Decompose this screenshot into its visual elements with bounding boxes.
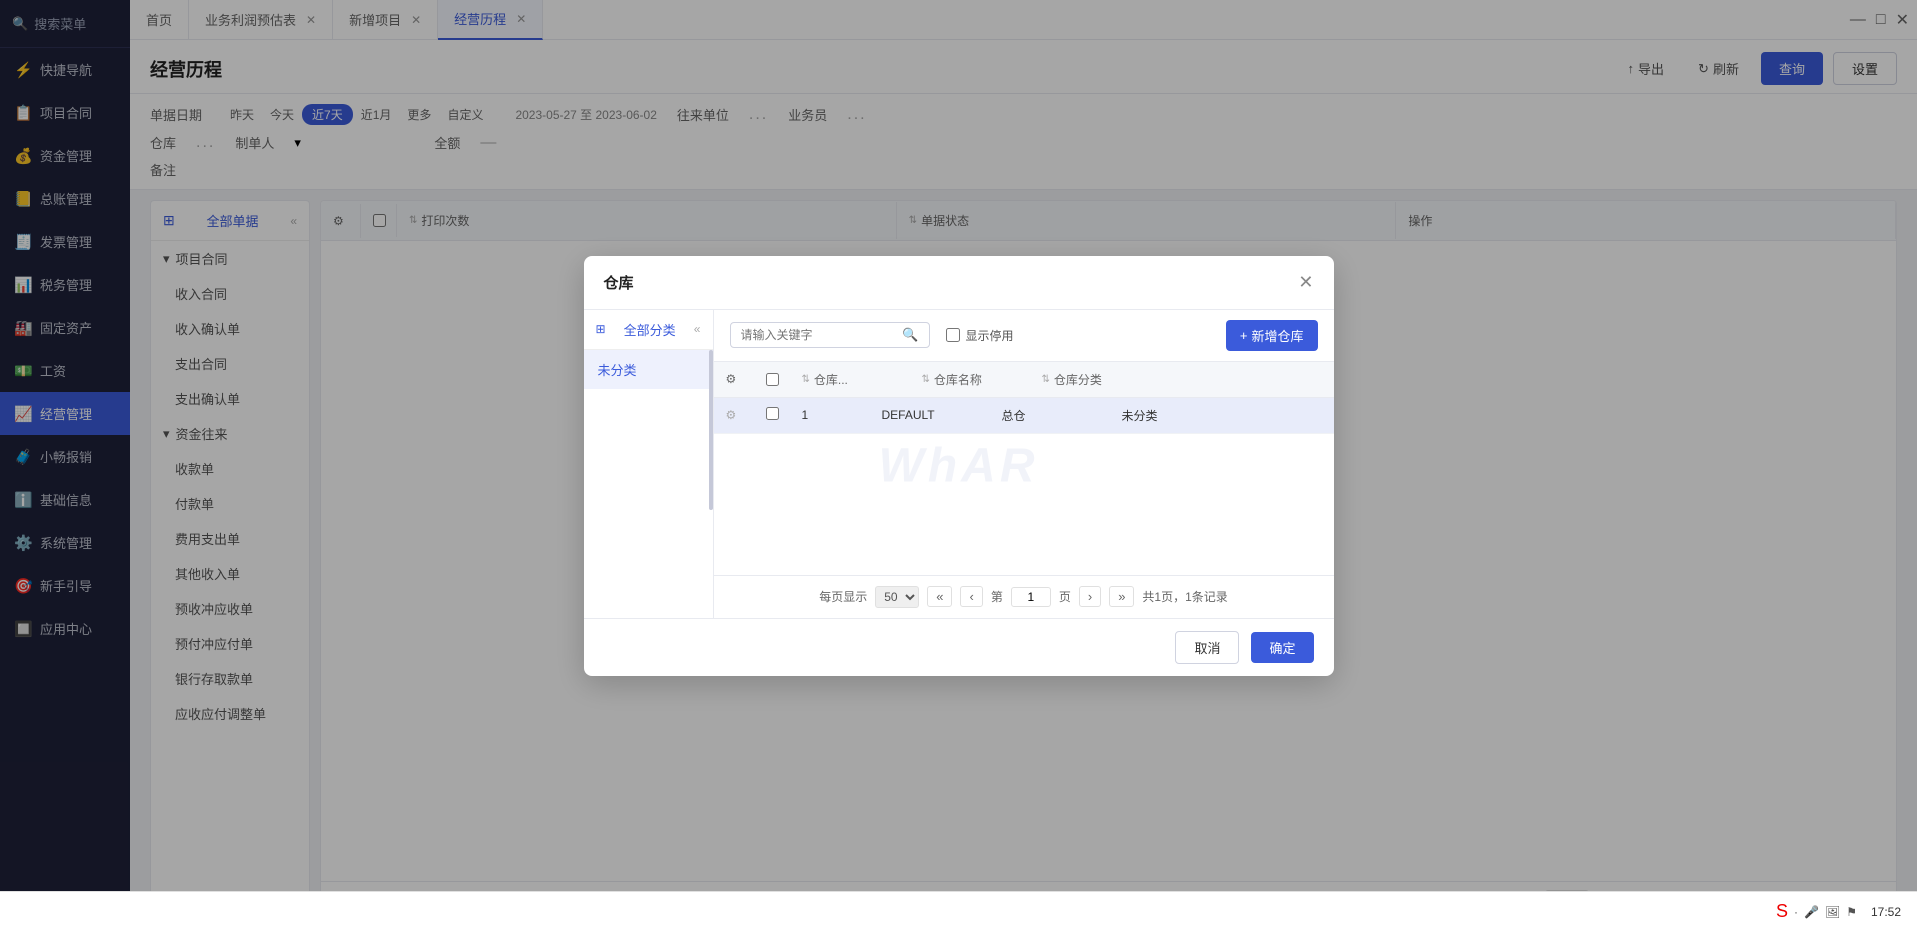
td-id: 1	[790, 399, 870, 431]
dialog-table-header: ⚙ ⇅ 仓库... ⇅ 仓库名称	[714, 362, 1334, 398]
dialog-next-page[interactable]: ›	[1079, 586, 1101, 607]
dialog-category-uncategorized[interactable]: 未分类	[584, 350, 713, 389]
settings-col-icon[interactable]: ⚙	[726, 372, 737, 386]
dialog-title: 仓库	[604, 272, 634, 293]
dialog-select-all[interactable]	[766, 373, 779, 386]
sort-asc-icon3: ⇅	[1042, 374, 1050, 385]
dth-category: ⇅ 仓库分类	[1030, 362, 1334, 397]
taskbar-icon-dot: ·	[1794, 905, 1798, 919]
sort-asc-icon: ⇅	[802, 374, 810, 385]
dialog-prev-page[interactable]: ‹	[960, 586, 982, 607]
dialog-left-scroll: 未分类	[584, 350, 713, 618]
dialog-collapse-icon[interactable]: «	[694, 322, 701, 336]
dth-name: ⇅ 仓库名称	[910, 362, 1030, 397]
dialog-page-label: 第	[991, 588, 1003, 605]
dialog-close-button[interactable]: ✕	[1298, 272, 1313, 293]
dialog-page-input[interactable]	[1011, 587, 1051, 607]
plus-icon: +	[1240, 328, 1248, 343]
dialog-left-panel: ⊞ 全部分类 « 未分类	[584, 310, 714, 618]
dialog-table: ⚙ ⇅ 仓库... ⇅ 仓库名称	[714, 362, 1334, 575]
dialog-right: 🔍 显示停用 + 新增仓库	[714, 310, 1334, 618]
dialog-header: 仓库 ✕	[584, 256, 1334, 310]
row-checkbox[interactable]	[766, 407, 779, 420]
search-icon: 🔍	[902, 327, 918, 343]
dialog-search-wrap: 🔍	[730, 322, 930, 348]
row-id: 1	[802, 408, 809, 422]
dialog-right-toolbar: 🔍 显示停用 + 新增仓库	[714, 310, 1334, 362]
show-disabled-label: 显示停用	[966, 327, 1014, 344]
dialog-left-header: ⊞ 全部分类 «	[584, 310, 713, 350]
confirm-button[interactable]: 确定	[1251, 632, 1313, 663]
uncategorized-label: 未分类	[598, 363, 637, 378]
td-category: 未分类	[1110, 398, 1334, 433]
dth-code: ⇅ 仓库...	[790, 362, 910, 397]
dialog-first-page[interactable]: «	[927, 586, 952, 607]
add-warehouse-label: 新增仓库	[1251, 326, 1303, 345]
dialog-pagination: 每页显示 50 « ‹ 第 页 › » 共1页，1条记录	[714, 575, 1334, 618]
dialog-overlay: WhAR 仓库 ✕ ⊞ 全部分类 « 未分类	[0, 0, 1917, 931]
warehouse-code-label: 仓库...	[814, 371, 848, 388]
row-settings-icon: ⚙	[726, 408, 737, 422]
dialog-total-label: 共1页，1条记录	[1142, 588, 1227, 605]
td-code: DEFAULT	[870, 399, 990, 431]
td-name: 总仓	[990, 398, 1110, 433]
dialog-body: ⊞ 全部分类 « 未分类	[584, 310, 1334, 618]
td-settings: ⚙	[714, 399, 754, 431]
dialog-last-page[interactable]: »	[1109, 586, 1134, 607]
dialog-footer: 取消 确定	[584, 618, 1334, 676]
row-category: 未分类	[1122, 409, 1158, 423]
dth-settings: ⚙	[714, 362, 754, 397]
sort-asc-icon2: ⇅	[922, 374, 930, 385]
show-disabled-checkbox[interactable]	[946, 328, 960, 342]
warehouse-name-label: 仓库名称	[934, 371, 982, 388]
cancel-button[interactable]: 取消	[1175, 631, 1239, 664]
dialog-left-scrollbar[interactable]	[709, 350, 713, 511]
row-name: 总仓	[1002, 409, 1026, 423]
row-code: DEFAULT	[882, 408, 935, 422]
warehouse-category-label: 仓库分类	[1054, 371, 1102, 388]
add-warehouse-button[interactable]: + 新增仓库	[1226, 320, 1318, 351]
taskbar-icon-img: 🖼	[1825, 905, 1840, 919]
taskbar-icon-s: S	[1776, 901, 1788, 922]
dialog-page-suffix: 页	[1059, 588, 1071, 605]
td-checkbox	[754, 398, 790, 432]
per-page-label: 每页显示	[819, 588, 867, 605]
dialog-search-input[interactable]	[741, 328, 897, 342]
show-disabled-wrap: 显示停用	[946, 327, 1014, 344]
dialog-table-row[interactable]: ⚙ 1 DEFAULT 总仓	[714, 398, 1334, 434]
taskbar-time: 17:52	[1871, 905, 1901, 919]
taskbar-icon-flag: ⚑	[1846, 905, 1857, 919]
dth-checkbox	[754, 362, 790, 397]
dialog-all-category-icon: ⊞	[596, 322, 606, 336]
dialog-all-category-label: 全部分类	[624, 320, 676, 339]
dialog-per-page-select[interactable]: 50	[875, 586, 919, 608]
warehouse-dialog: WhAR 仓库 ✕ ⊞ 全部分类 « 未分类	[584, 256, 1334, 676]
taskbar: S · 🎤 🖼 ⚑ 17:52	[0, 891, 1917, 931]
taskbar-icon-mic: 🎤	[1804, 905, 1819, 919]
